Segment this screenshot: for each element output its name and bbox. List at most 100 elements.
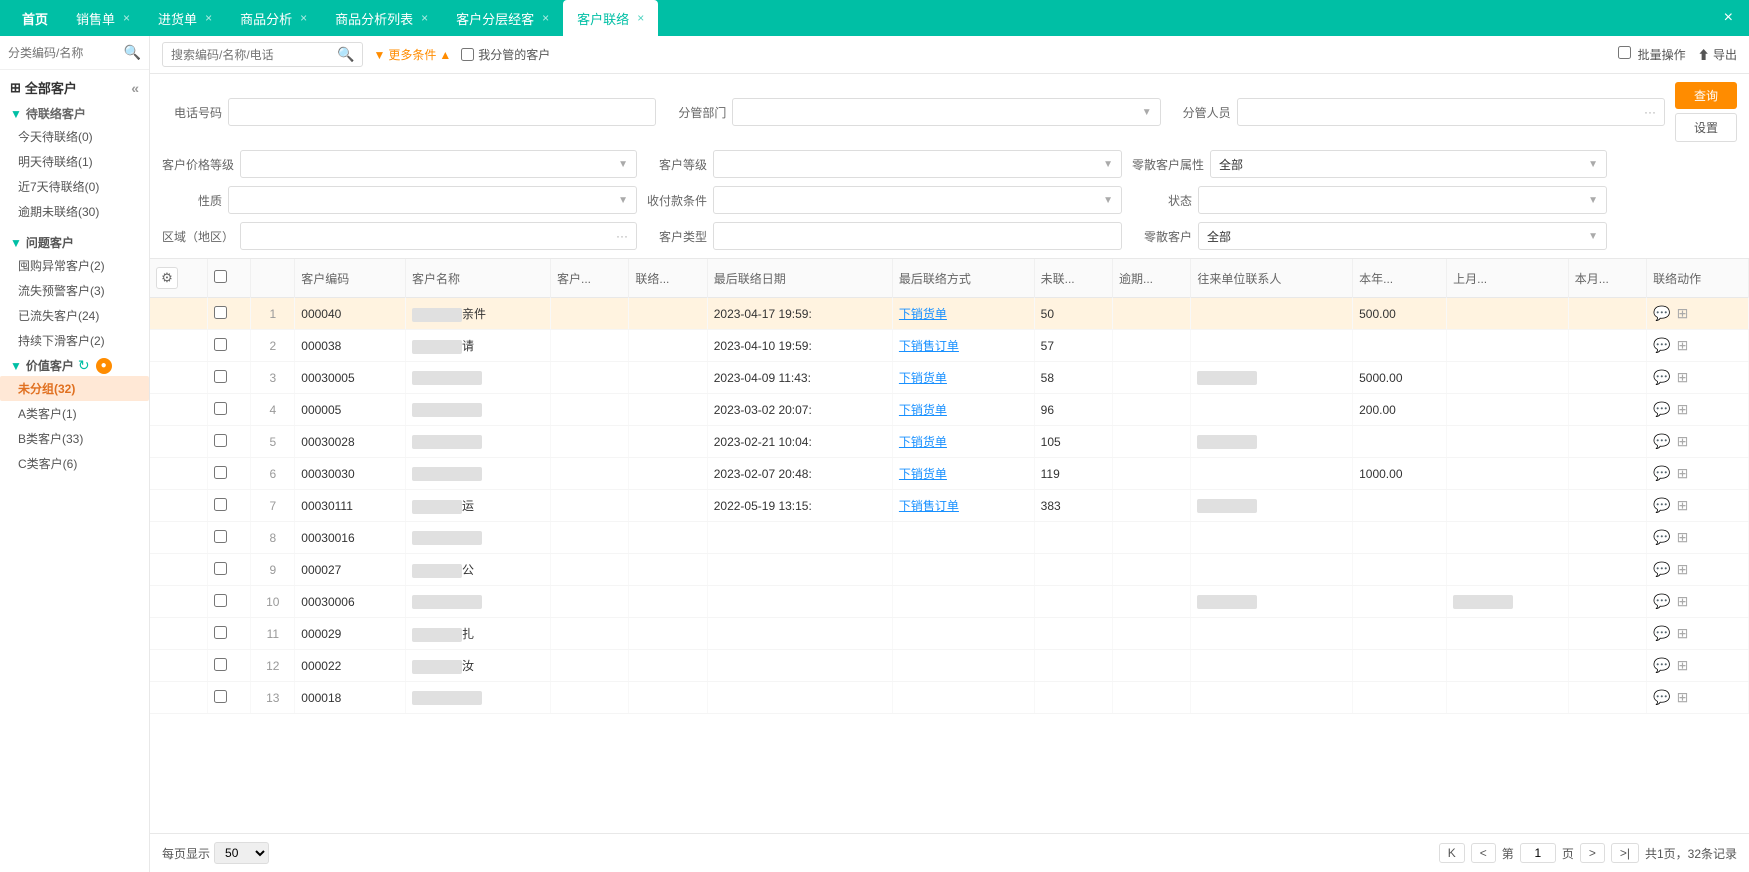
not-contacted-col-header[interactable]: 未联...	[1034, 259, 1112, 298]
close-customer-contact-icon[interactable]: ×	[637, 11, 644, 25]
checkbox-col-header[interactable]	[208, 259, 251, 298]
search-icon[interactable]: 🔍	[337, 46, 354, 63]
pending-group-label[interactable]: ▼ 待联络客户	[0, 101, 149, 124]
sidebar-item-today[interactable]: 今天待联络(0)	[0, 124, 149, 149]
search-button[interactable]: 查询	[1675, 82, 1737, 109]
row-checkbox[interactable]	[214, 370, 227, 383]
sidebar-item-overdue[interactable]: 逾期未联络(30)	[0, 199, 149, 224]
last-contact-way-cell[interactable]: 下销货单	[892, 426, 1034, 458]
last-page-button[interactable]: >|	[1611, 843, 1639, 863]
last-month-col-header[interactable]: 上月...	[1447, 259, 1569, 298]
chat-icon[interactable]: 💬	[1653, 337, 1670, 354]
last-contact-way-cell[interactable]: 下销售订单	[892, 330, 1034, 362]
all-customers-header[interactable]: ⊞ 全部客户 «	[0, 70, 149, 101]
sidebar-item-declining[interactable]: 持续下滑客户(2)	[0, 328, 149, 353]
last-contact-way-cell[interactable]	[892, 650, 1034, 682]
chat-icon[interactable]: 💬	[1653, 465, 1670, 482]
grid-action-icon[interactable]: ⊞	[1677, 369, 1689, 386]
row-checkbox-cell[interactable]	[208, 394, 251, 426]
chat-icon[interactable]: 💬	[1653, 529, 1670, 546]
row-checkbox-cell[interactable]	[208, 490, 251, 522]
name-col-header[interactable]: 客户名称	[405, 259, 550, 298]
chat-icon[interactable]: 💬	[1653, 401, 1670, 418]
export-button[interactable]: ⬆ 导出	[1698, 46, 1737, 63]
row-checkbox[interactable]	[214, 434, 227, 447]
row-checkbox[interactable]	[214, 626, 227, 639]
batch-op-button[interactable]: 批量操作	[1618, 46, 1685, 63]
chat-icon[interactable]: 💬	[1653, 561, 1670, 578]
sidebar-item-tomorrow[interactable]: 明天待联络(1)	[0, 149, 149, 174]
chat-icon[interactable]: 💬	[1653, 305, 1670, 322]
region-select[interactable]: ···	[240, 222, 637, 250]
sidebar-item-churn-warning[interactable]: 流失预警客户(3)	[0, 278, 149, 303]
grid-action-icon[interactable]: ⊞	[1677, 337, 1689, 354]
sidebar-item-churned[interactable]: 已流失客户(24)	[0, 303, 149, 328]
grid-action-icon[interactable]: ⊞	[1677, 465, 1689, 482]
close-all-button[interactable]: ×	[1716, 9, 1741, 27]
unit-contact-col-header[interactable]: 往来单位联系人	[1191, 259, 1353, 298]
last-contact-way-cell[interactable]	[892, 618, 1034, 650]
row-checkbox[interactable]	[214, 498, 227, 511]
row-checkbox-cell[interactable]	[208, 426, 251, 458]
row-checkbox[interactable]	[214, 466, 227, 479]
row-checkbox[interactable]	[214, 562, 227, 575]
search-input[interactable]	[171, 48, 331, 62]
reset-button[interactable]: 设置	[1675, 113, 1737, 142]
nav-customer-segment[interactable]: 客户分层经客 ×	[442, 0, 563, 36]
last-contact-way-cell[interactable]: 下销售订单	[892, 490, 1034, 522]
phone-input[interactable]	[228, 98, 656, 126]
nav-product-analysis-list[interactable]: 商品分析列表 ×	[321, 0, 442, 36]
batch-op-checkbox[interactable]	[1618, 46, 1631, 59]
row-checkbox[interactable]	[214, 306, 227, 319]
chat-icon[interactable]: 💬	[1653, 433, 1670, 450]
price-group-label[interactable]: ▼ 价值客户 ↻ ●	[0, 353, 149, 376]
row-checkbox-cell[interactable]	[208, 458, 251, 490]
last-contact-way-cell[interactable]	[892, 522, 1034, 554]
price-level-select[interactable]: ▼	[240, 150, 637, 178]
nature-select[interactable]: ▼	[228, 186, 637, 214]
settings-col-header[interactable]: ⚙	[150, 259, 208, 298]
grid-action-icon[interactable]: ⊞	[1677, 657, 1689, 674]
last-contact-way-cell[interactable]	[892, 554, 1034, 586]
row-checkbox-cell[interactable]	[208, 298, 251, 330]
chat-icon[interactable]: 💬	[1653, 689, 1670, 706]
last-contact-way-cell[interactable]	[892, 682, 1034, 714]
row-checkbox[interactable]	[214, 402, 227, 415]
grid-action-icon[interactable]: ⊞	[1677, 497, 1689, 514]
grid-action-icon[interactable]: ⊞	[1677, 305, 1689, 322]
refresh-icon[interactable]: ↻	[78, 357, 90, 374]
overdue-col-header[interactable]: 逾期...	[1113, 259, 1191, 298]
page-size-select[interactable]: 50 100 200	[214, 842, 269, 864]
customer-level-select[interactable]: ▼	[713, 150, 1122, 178]
chat-icon[interactable]: 💬	[1653, 497, 1670, 514]
type-col-header[interactable]: 客户...	[550, 259, 628, 298]
last-contact-way-col-header[interactable]: 最后联络方式	[892, 259, 1034, 298]
row-checkbox-cell[interactable]	[208, 522, 251, 554]
chat-icon[interactable]: 💬	[1653, 625, 1670, 642]
grid-action-icon[interactable]: ⊞	[1677, 529, 1689, 546]
row-checkbox[interactable]	[214, 594, 227, 607]
sidebar-item-ungrouped[interactable]: 未分组(32)	[0, 376, 149, 401]
close-customer-segment-icon[interactable]: ×	[542, 11, 549, 25]
chat-icon[interactable]: 💬	[1653, 657, 1670, 674]
page-input[interactable]	[1520, 843, 1556, 863]
close-product-analysis-list-icon[interactable]: ×	[421, 11, 428, 25]
row-checkbox-cell[interactable]	[208, 330, 251, 362]
grid-action-icon[interactable]: ⊞	[1677, 433, 1689, 450]
code-col-header[interactable]: 客户编码	[295, 259, 406, 298]
nav-home[interactable]: 首页	[8, 0, 62, 36]
select-all-checkbox[interactable]	[214, 270, 227, 283]
close-purchase-icon[interactable]: ×	[205, 11, 212, 25]
row-checkbox[interactable]	[214, 338, 227, 351]
chat-icon[interactable]: 💬	[1653, 593, 1670, 610]
payment-select[interactable]: ▼	[713, 186, 1122, 214]
close-sales-icon[interactable]: ×	[123, 11, 130, 25]
grid-action-icon[interactable]: ⊞	[1677, 593, 1689, 610]
nav-purchase[interactable]: 进货单 ×	[144, 0, 226, 36]
sidebar-item-class-b[interactable]: B类客户(33)	[0, 426, 149, 451]
contact-col-header[interactable]: 联络...	[629, 259, 707, 298]
my-customers-checkbox-label[interactable]: 我分管的客户	[461, 46, 550, 63]
this-month-col-header[interactable]: 本月...	[1568, 259, 1646, 298]
row-checkbox-cell[interactable]	[208, 586, 251, 618]
grid-action-icon[interactable]: ⊞	[1677, 561, 1689, 578]
